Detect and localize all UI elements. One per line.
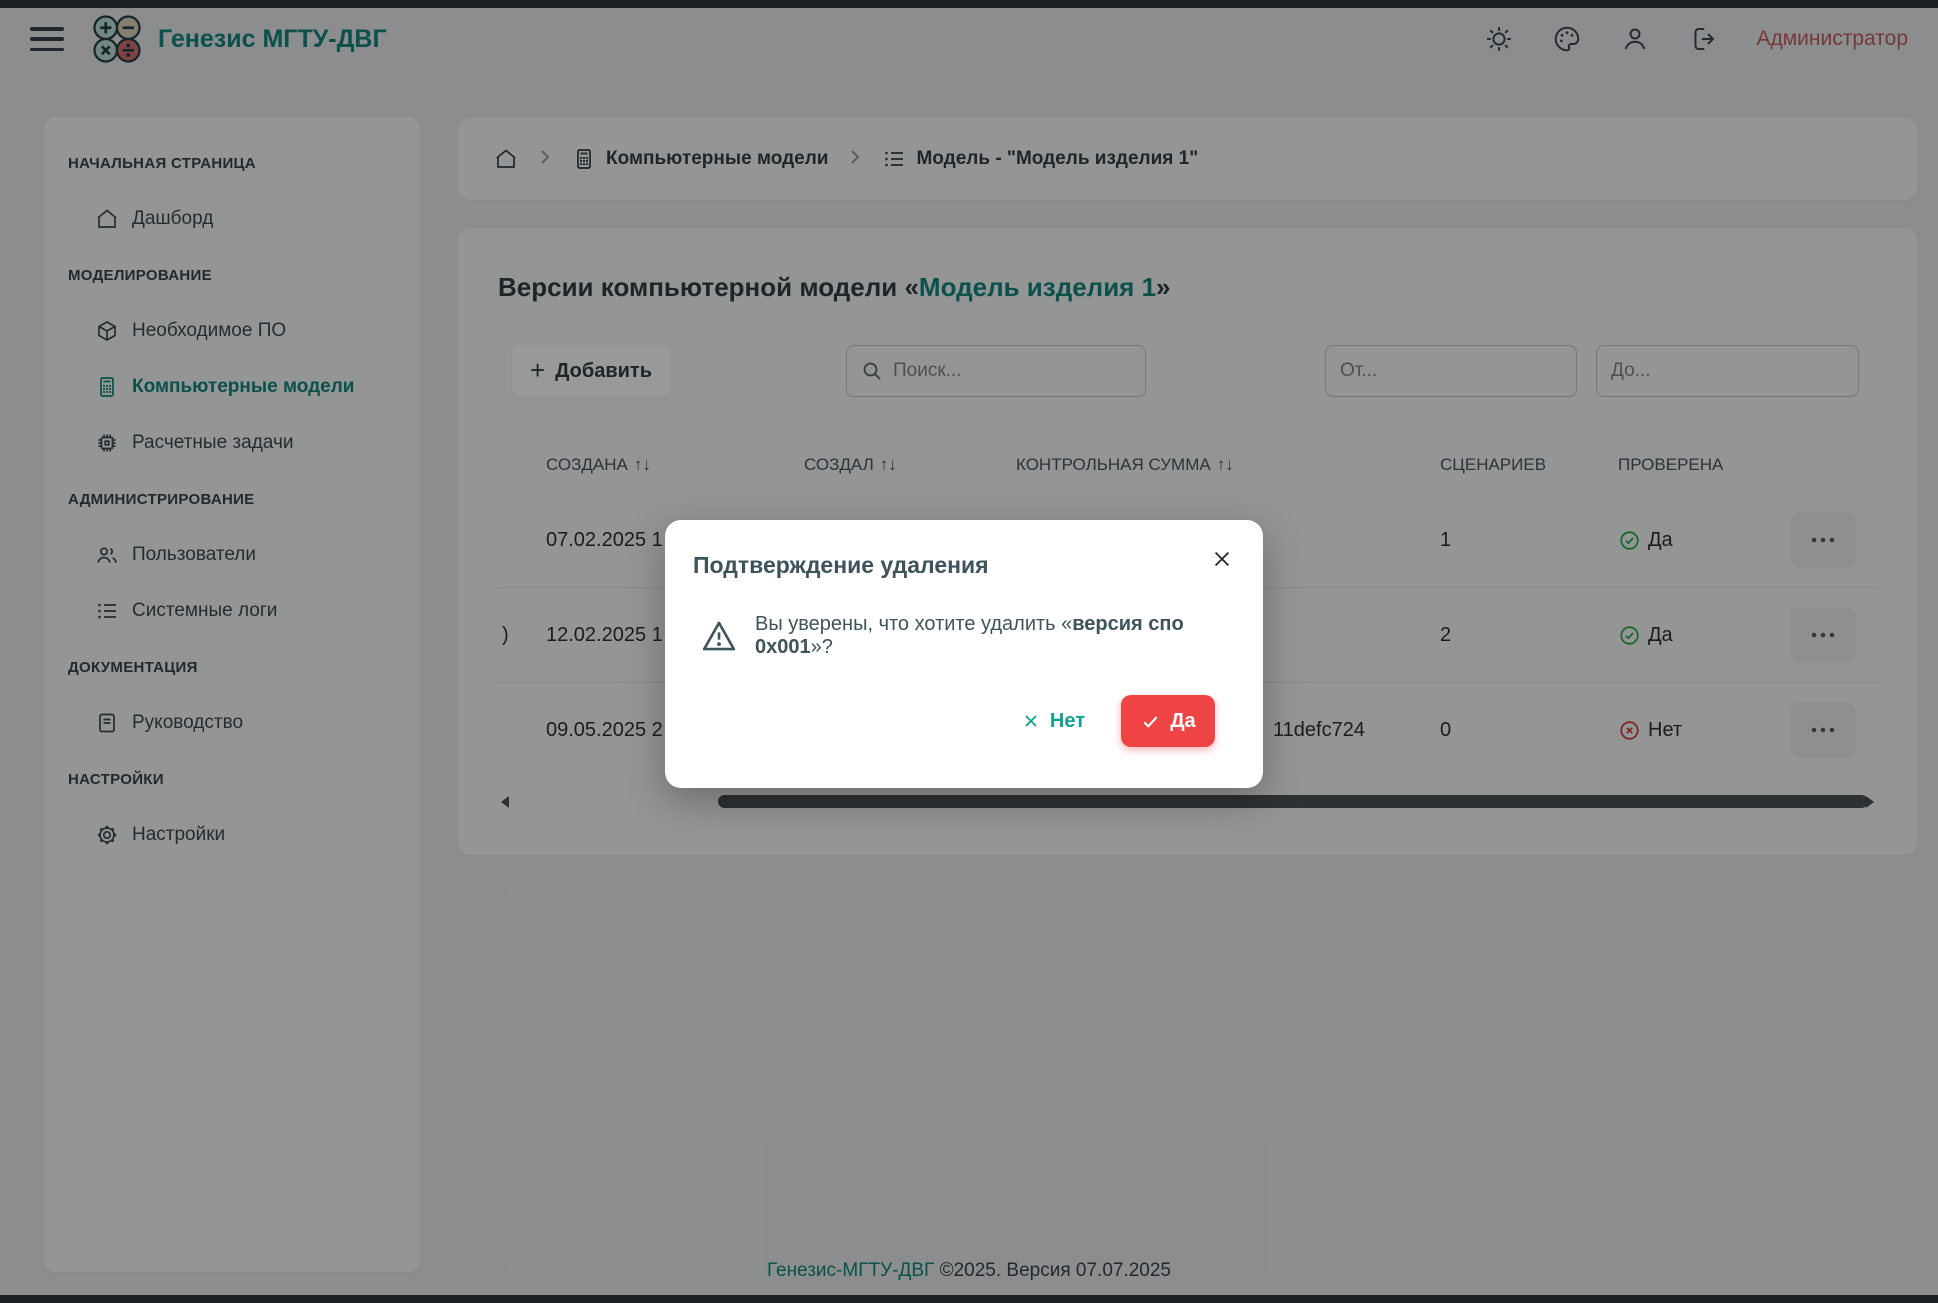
x-icon bbox=[1025, 715, 1037, 727]
check-icon bbox=[1143, 715, 1158, 728]
confirm-delete-button[interactable]: Да bbox=[1121, 695, 1215, 747]
warning-icon bbox=[702, 621, 736, 651]
cancel-button[interactable]: Нет bbox=[1015, 709, 1091, 734]
dialog-title: Подтверждение удаления bbox=[693, 552, 989, 578]
dialog-message: Вы уверены, что хотите удалить «версия с… bbox=[755, 613, 1184, 658]
close-icon[interactable] bbox=[1209, 546, 1235, 574]
delete-confirmation-dialog: Подтверждение удаления Вы уверены, что х… bbox=[665, 520, 1263, 788]
